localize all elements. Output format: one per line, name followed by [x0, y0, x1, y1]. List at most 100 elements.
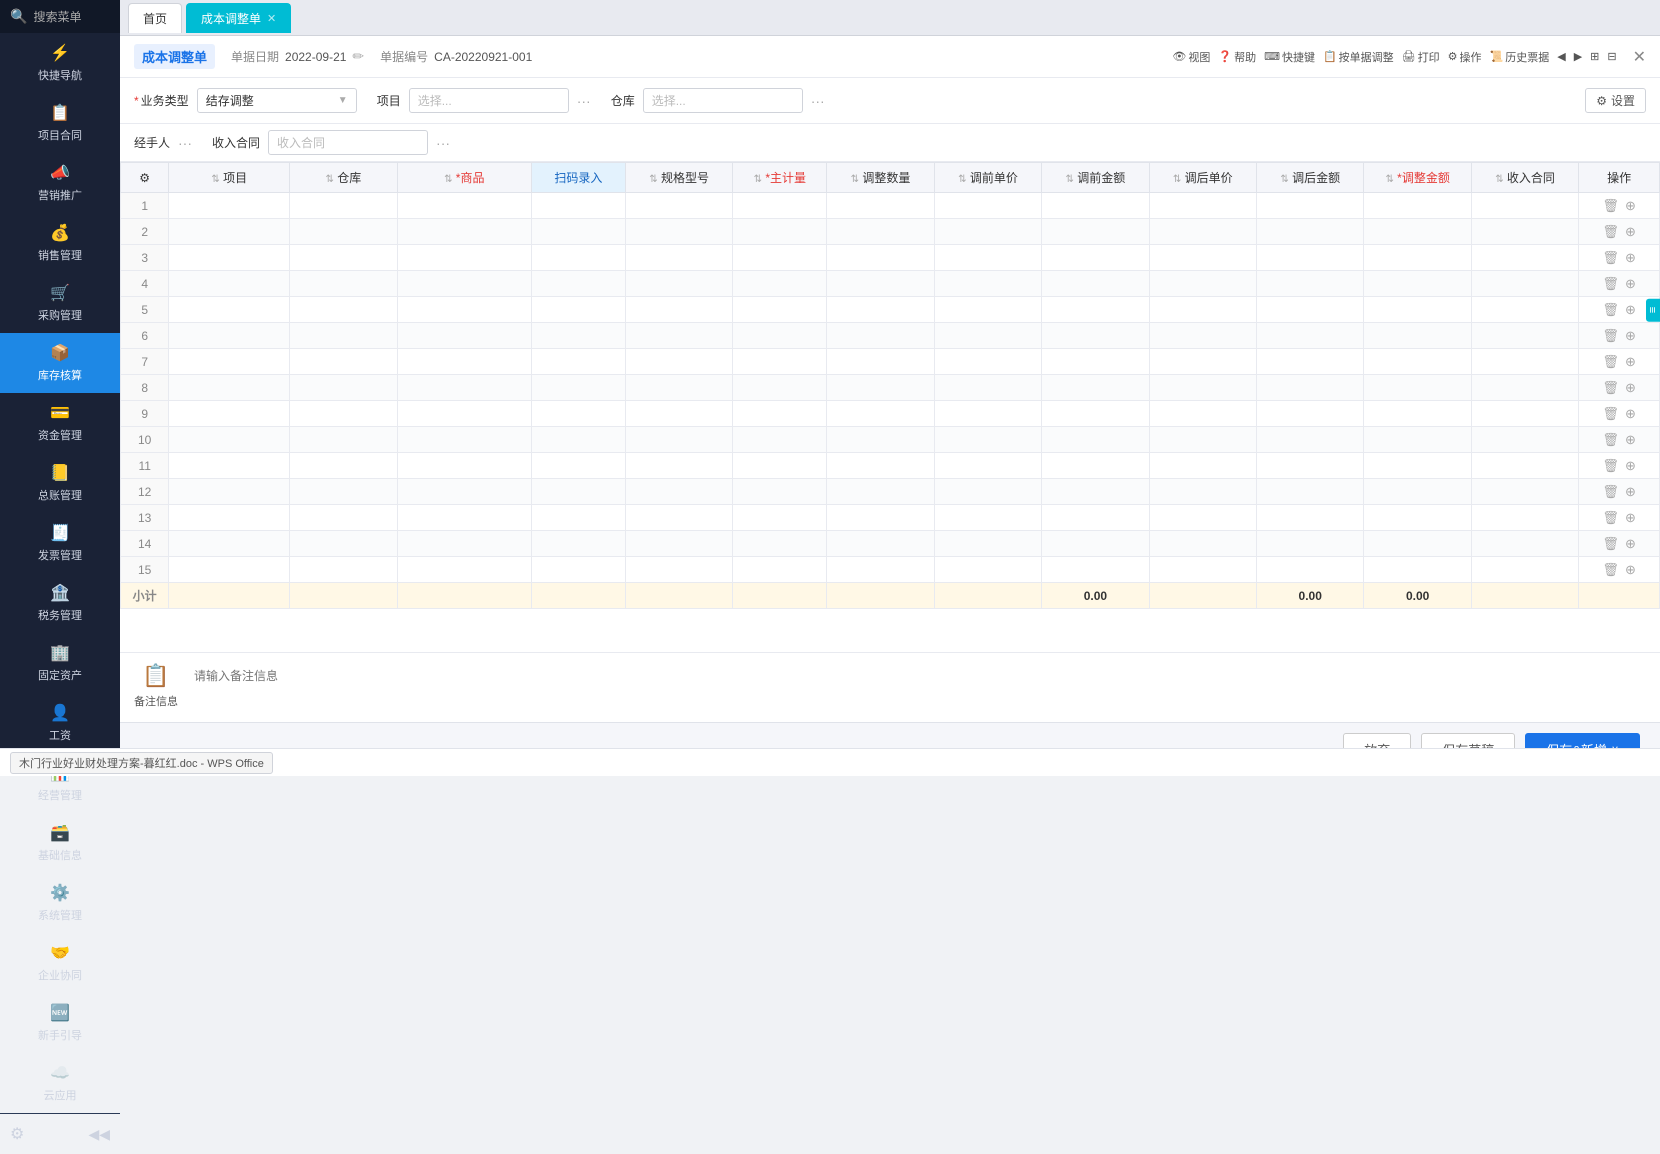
col-adjust-amount[interactable]: ⇅ *调整金额 [1364, 163, 1471, 193]
tab-home[interactable]: 首页 [128, 3, 182, 33]
table-cell[interactable] [397, 453, 531, 479]
table-cell[interactable] [1149, 219, 1256, 245]
table-cell[interactable] [1471, 297, 1578, 323]
delete-icon[interactable]: 🗑 [1602, 276, 1619, 292]
table-cell[interactable] [531, 557, 625, 583]
table-cell[interactable] [290, 505, 397, 531]
sidebar-item-guide[interactable]: 🆕 新手引导 [0, 993, 120, 1053]
table-cell[interactable] [531, 531, 625, 557]
table-cell[interactable] [1257, 557, 1364, 583]
copy-icon[interactable]: ⊕ [1625, 302, 1636, 318]
table-cell[interactable] [733, 193, 827, 219]
table-cell[interactable] [397, 193, 531, 219]
delete-icon[interactable]: 🗑 [1602, 536, 1619, 552]
table-cell[interactable] [169, 505, 290, 531]
table-cell[interactable] [1364, 245, 1471, 271]
table-cell[interactable] [169, 245, 290, 271]
table-cell[interactable] [1149, 193, 1256, 219]
sidebar-item-inventory[interactable]: 📦 库存核算 [0, 333, 120, 393]
table-cell[interactable] [531, 453, 625, 479]
table-cell[interactable] [827, 401, 934, 427]
table-cell[interactable] [625, 323, 732, 349]
copy-icon[interactable]: ⊕ [1625, 250, 1636, 266]
table-cell[interactable] [1149, 271, 1256, 297]
copy-icon[interactable]: ⊕ [1625, 510, 1636, 526]
table-cell[interactable] [733, 349, 827, 375]
table-cell[interactable] [531, 297, 625, 323]
table-cell[interactable] [934, 245, 1041, 271]
table-cell[interactable] [1257, 271, 1364, 297]
delete-icon[interactable]: 🗑 [1602, 432, 1619, 448]
batch-adjust-action[interactable]: 📋 按单据调整 [1323, 49, 1394, 65]
table-cell[interactable] [1042, 401, 1149, 427]
table-cell[interactable] [290, 193, 397, 219]
sidebar-item-system[interactable]: ⚙️ 系统管理 [0, 873, 120, 933]
table-cell[interactable] [169, 479, 290, 505]
table-cell[interactable] [733, 505, 827, 531]
table-cell[interactable] [733, 427, 827, 453]
table-cell[interactable] [1042, 557, 1149, 583]
table-cell[interactable] [1149, 531, 1256, 557]
table-cell[interactable] [397, 427, 531, 453]
table-cell[interactable] [169, 427, 290, 453]
table-cell[interactable] [1042, 349, 1149, 375]
operate-action[interactable]: ⚙ 操作 [1448, 49, 1482, 65]
table-cell[interactable] [625, 557, 732, 583]
table-cell[interactable] [1364, 297, 1471, 323]
table-cell[interactable] [934, 401, 1041, 427]
table-cell[interactable] [1042, 531, 1149, 557]
table-cell[interactable] [625, 271, 732, 297]
table-cell[interactable] [531, 271, 625, 297]
notes-input[interactable] [190, 663, 1646, 699]
table-cell[interactable] [1471, 427, 1578, 453]
table-cell[interactable] [827, 219, 934, 245]
income-contract-input[interactable]: 收入合同 [268, 130, 428, 155]
table-cell[interactable] [397, 271, 531, 297]
table-cell[interactable] [1042, 375, 1149, 401]
sidebar-item-project-contract[interactable]: 📋 项目合同 [0, 93, 120, 153]
table-cell[interactable] [934, 297, 1041, 323]
expand1-button[interactable]: ⊞ [1590, 50, 1599, 63]
table-cell[interactable] [1257, 427, 1364, 453]
table-cell[interactable] [934, 427, 1041, 453]
table-cell[interactable] [934, 557, 1041, 583]
delete-icon[interactable]: 🗑 [1602, 354, 1619, 370]
expand2-button[interactable]: ⊟ [1607, 50, 1616, 63]
table-cell[interactable] [1257, 193, 1364, 219]
table-cell[interactable] [1364, 349, 1471, 375]
col-after-price[interactable]: ⇅ 调后单价 [1149, 163, 1256, 193]
copy-icon[interactable]: ⊕ [1625, 224, 1636, 240]
sidebar-item-enterprise[interactable]: 🤝 企业协同 [0, 933, 120, 993]
settings-icon[interactable]: ⚙ [10, 1124, 24, 1144]
shortcut-action[interactable]: ⌨ 快捷键 [1264, 49, 1315, 65]
table-cell[interactable] [1257, 401, 1364, 427]
table-cell[interactable] [169, 297, 290, 323]
table-cell[interactable] [169, 271, 290, 297]
table-cell[interactable] [1042, 323, 1149, 349]
sidebar-item-quick-nav[interactable]: ⚡ 快捷导航 [0, 33, 120, 93]
table-cell[interactable] [531, 401, 625, 427]
table-cell[interactable] [827, 193, 934, 219]
table-cell[interactable] [934, 479, 1041, 505]
table-cell[interactable] [397, 505, 531, 531]
copy-icon[interactable]: ⊕ [1625, 562, 1636, 578]
table-cell[interactable] [934, 453, 1041, 479]
table-cell[interactable] [290, 297, 397, 323]
table-cell[interactable] [827, 323, 934, 349]
table-cell[interactable] [531, 479, 625, 505]
table-cell[interactable] [1471, 349, 1578, 375]
table-cell[interactable] [1471, 479, 1578, 505]
table-cell[interactable] [934, 505, 1041, 531]
table-cell[interactable] [1471, 557, 1578, 583]
table-cell[interactable] [169, 557, 290, 583]
date-edit-icon[interactable]: ✏ [352, 48, 364, 65]
sidebar-item-purchase[interactable]: 🛒 采购管理 [0, 273, 120, 333]
col-warehouse[interactable]: ⇅ 仓库 [290, 163, 397, 193]
table-cell[interactable] [1257, 297, 1364, 323]
table-cell[interactable] [1364, 401, 1471, 427]
table-cell[interactable] [625, 401, 732, 427]
sidebar-item-cloud[interactable]: ☁️ 云应用 [0, 1053, 120, 1113]
table-cell[interactable] [531, 427, 625, 453]
table-cell[interactable] [625, 349, 732, 375]
copy-icon[interactable]: ⊕ [1625, 458, 1636, 474]
